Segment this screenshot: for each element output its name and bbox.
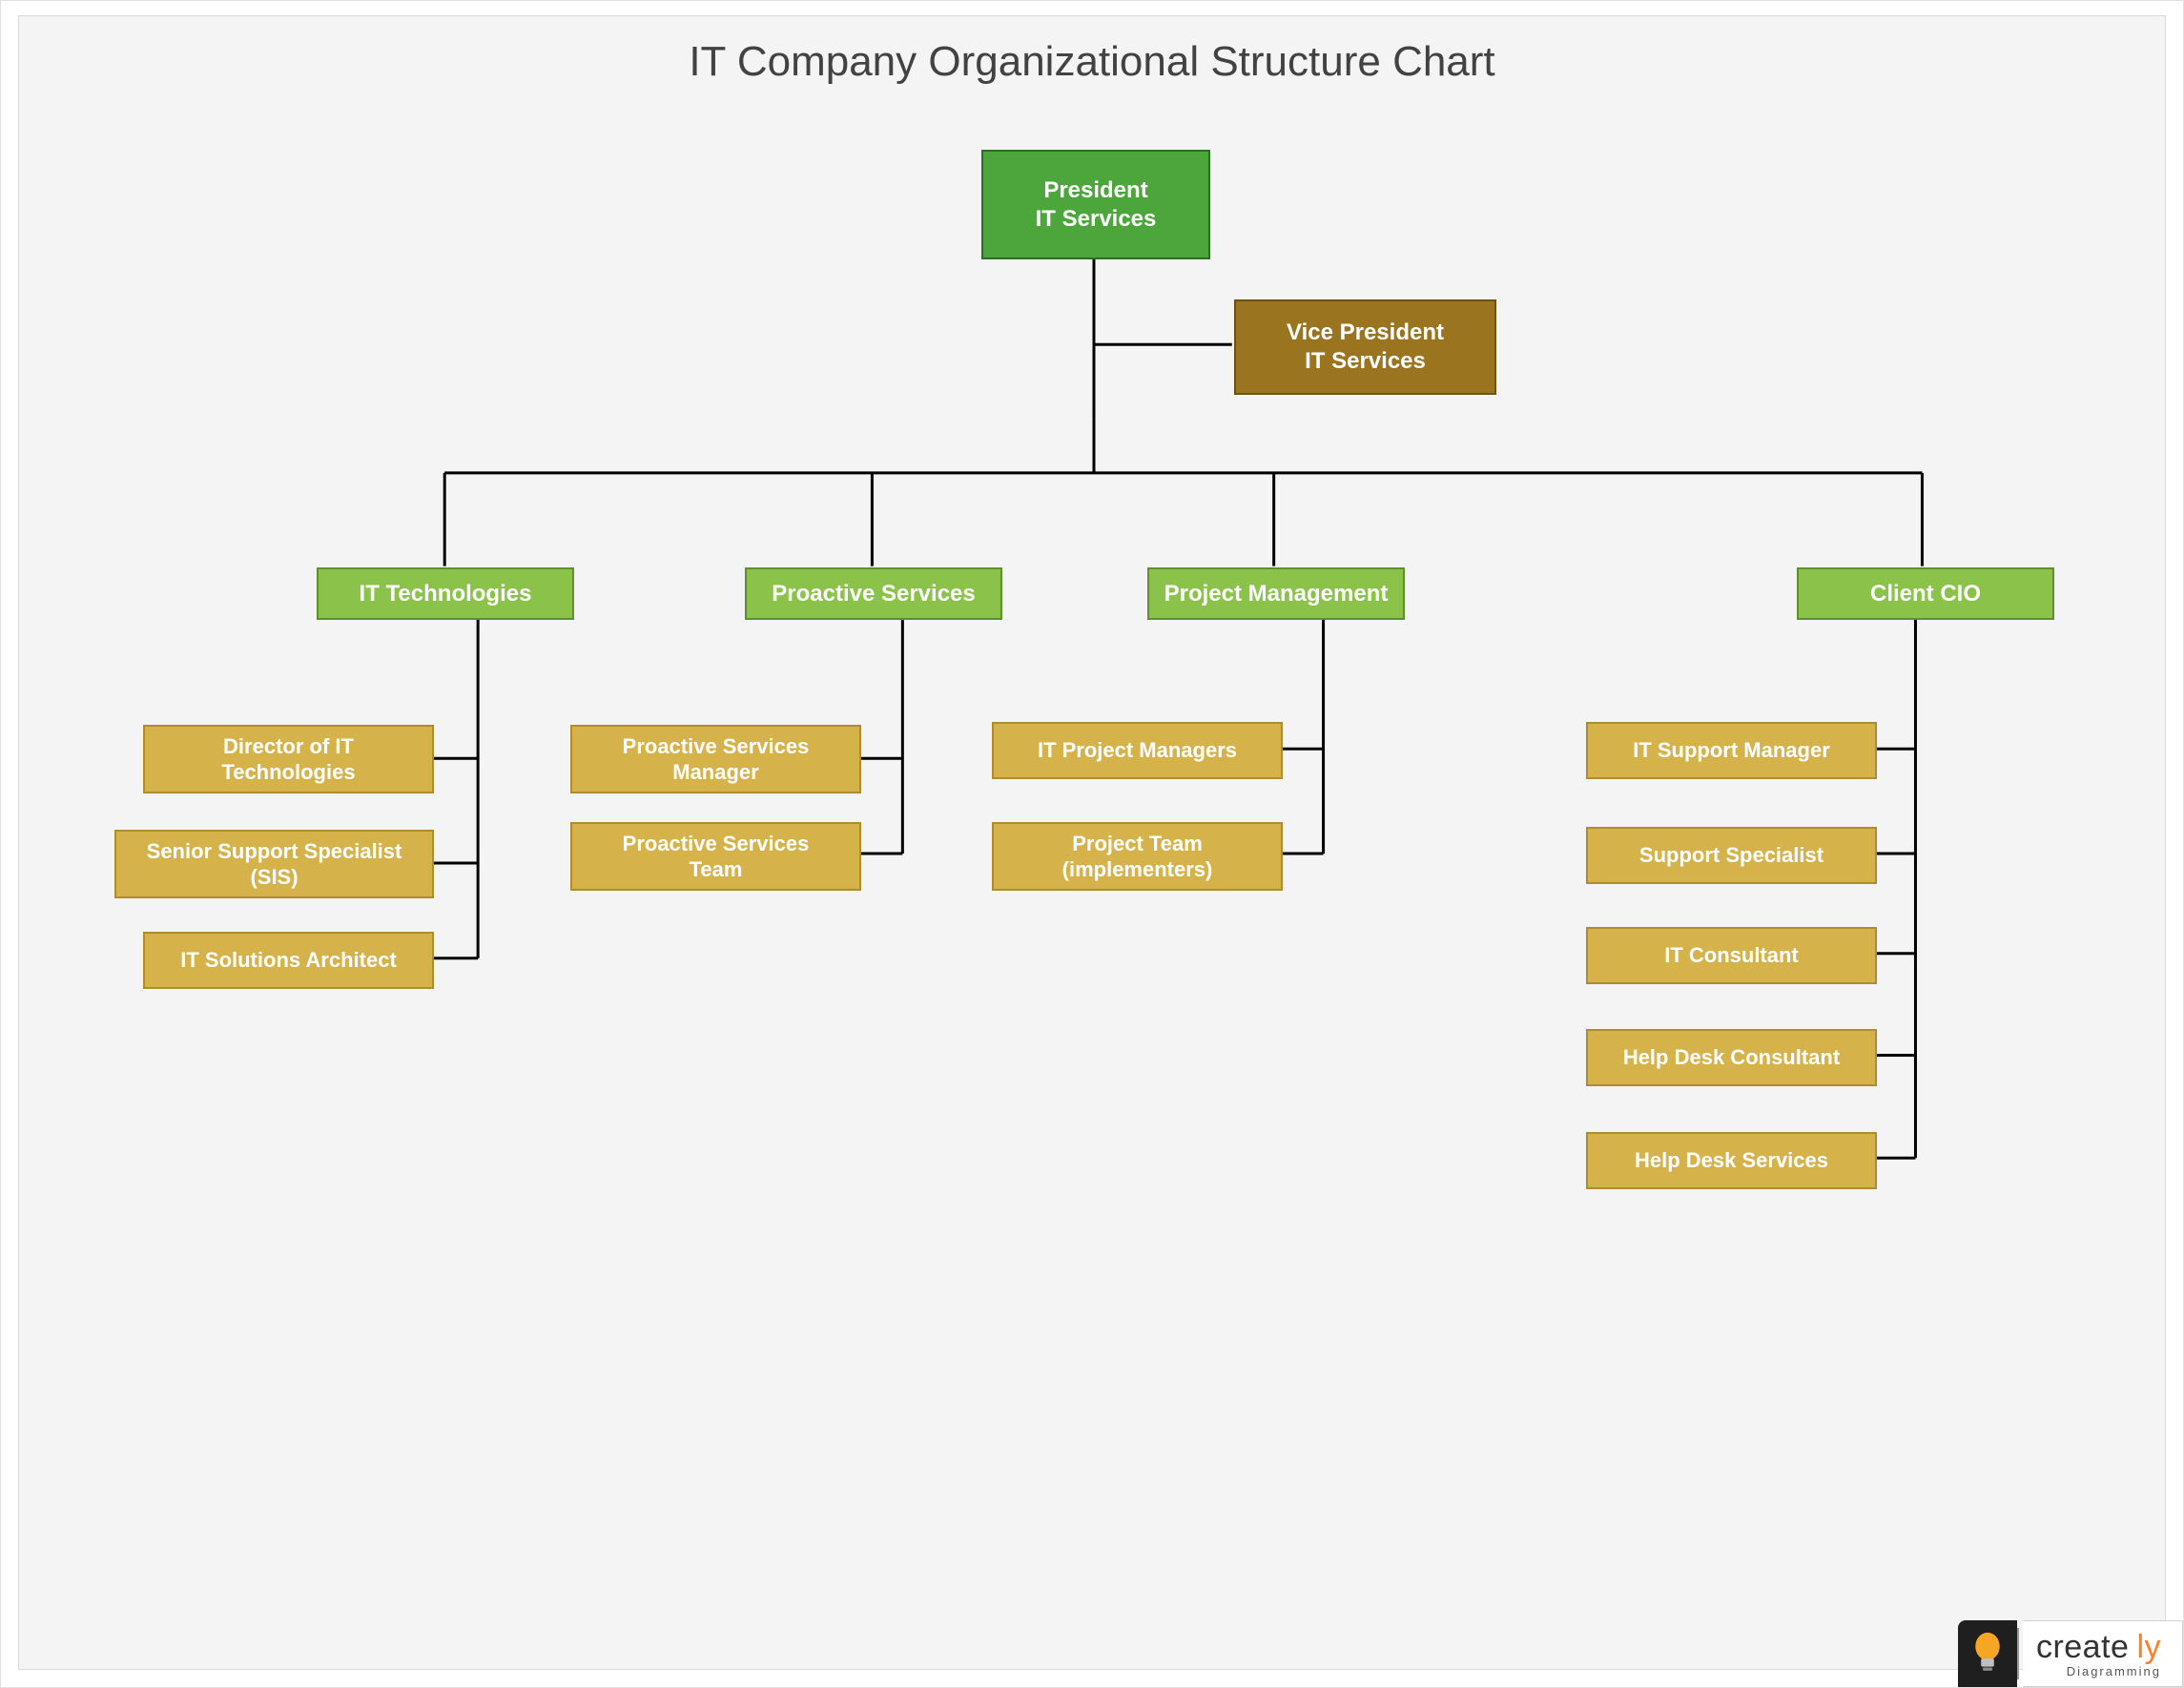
pm-r2-l2: (implementers) xyxy=(1062,857,1213,881)
pm-r1: IT Project Managers xyxy=(1038,737,1237,764)
watermark-brand: creately xyxy=(2036,1631,2161,1663)
vp-line1: Vice President xyxy=(1287,319,1444,345)
proactive-r2-l1: Proactive Services xyxy=(623,832,810,855)
node-vice-president: Vice President IT Services xyxy=(1234,299,1496,395)
cio-r4: Help Desk Consultant xyxy=(1623,1044,1840,1071)
node-it-consultant: IT Consultant xyxy=(1586,927,1877,984)
node-dept-proactive-services: Proactive Services xyxy=(745,567,1002,620)
watermark-text: creately Diagramming xyxy=(2023,1620,2183,1687)
chart-panel: IT Company Organizational Structure Char… xyxy=(18,15,2166,1670)
cio-r2: Support Specialist xyxy=(1639,842,1823,869)
document-outer: IT Company Organizational Structure Char… xyxy=(0,0,2184,1688)
watermark-divider xyxy=(2017,1628,2019,1679)
president-line2: IT Services xyxy=(1036,206,1157,232)
node-help-desk-consultant: Help Desk Consultant xyxy=(1586,1029,1877,1086)
proactive-r1-l2: Manager xyxy=(672,760,758,784)
node-dept-project-management: Project Management xyxy=(1147,567,1405,620)
it-tech-r1-l2: Technologies xyxy=(221,760,355,784)
node-proactive-services-manager: Proactive Services Manager xyxy=(570,725,861,793)
cio-r5: Help Desk Services xyxy=(1635,1147,1828,1174)
it-tech-r2-l2: (SIS) xyxy=(250,865,298,889)
dept-cio-label: Client CIO xyxy=(1870,580,1981,608)
node-proactive-services-team: Proactive Services Team xyxy=(570,822,861,891)
node-dept-client-cio: Client CIO xyxy=(1797,567,2054,620)
node-it-support-manager: IT Support Manager xyxy=(1586,722,1877,779)
node-director-it-technologies: Director of IT Technologies xyxy=(143,725,434,793)
vp-line2: IT Services xyxy=(1305,348,1426,374)
pm-r2-l1: Project Team xyxy=(1072,832,1203,855)
cio-r3: IT Consultant xyxy=(1664,942,1799,969)
bulb-icon xyxy=(1958,1620,2017,1687)
node-help-desk-services: Help Desk Services xyxy=(1586,1132,1877,1189)
node-it-project-managers: IT Project Managers xyxy=(992,722,1283,779)
it-tech-r2-l1: Senior Support Specialist xyxy=(147,839,402,863)
watermark-brand-b: ly xyxy=(2136,1631,2161,1663)
creately-watermark: creately Diagramming xyxy=(1958,1620,2183,1687)
node-president: President IT Services xyxy=(981,150,1210,259)
node-dept-it-technologies: IT Technologies xyxy=(317,567,574,620)
node-support-specialist: Support Specialist xyxy=(1586,827,1877,884)
node-project-team-implementers: Project Team (implementers) xyxy=(992,822,1283,891)
cio-r1: IT Support Manager xyxy=(1633,737,1830,764)
proactive-r1-l1: Proactive Services xyxy=(623,734,810,758)
dept-it-tech-label: IT Technologies xyxy=(360,580,532,608)
chart-title: IT Company Organizational Structure Char… xyxy=(19,38,2165,86)
it-tech-r3: IT Solutions Architect xyxy=(180,947,397,974)
dept-pm-label: Project Management xyxy=(1164,580,1389,608)
it-tech-r1-l1: Director of IT xyxy=(223,734,354,758)
president-line1: President xyxy=(1043,177,1147,203)
proactive-r2-l2: Team xyxy=(690,857,743,881)
node-it-solutions-architect: IT Solutions Architect xyxy=(143,932,434,989)
node-senior-support-specialist: Senior Support Specialist (SIS) xyxy=(114,830,434,898)
watermark-brand-a: create xyxy=(2036,1631,2130,1663)
watermark-subtitle: Diagramming xyxy=(2036,1665,2161,1678)
dept-proactive-label: Proactive Services xyxy=(772,580,975,608)
